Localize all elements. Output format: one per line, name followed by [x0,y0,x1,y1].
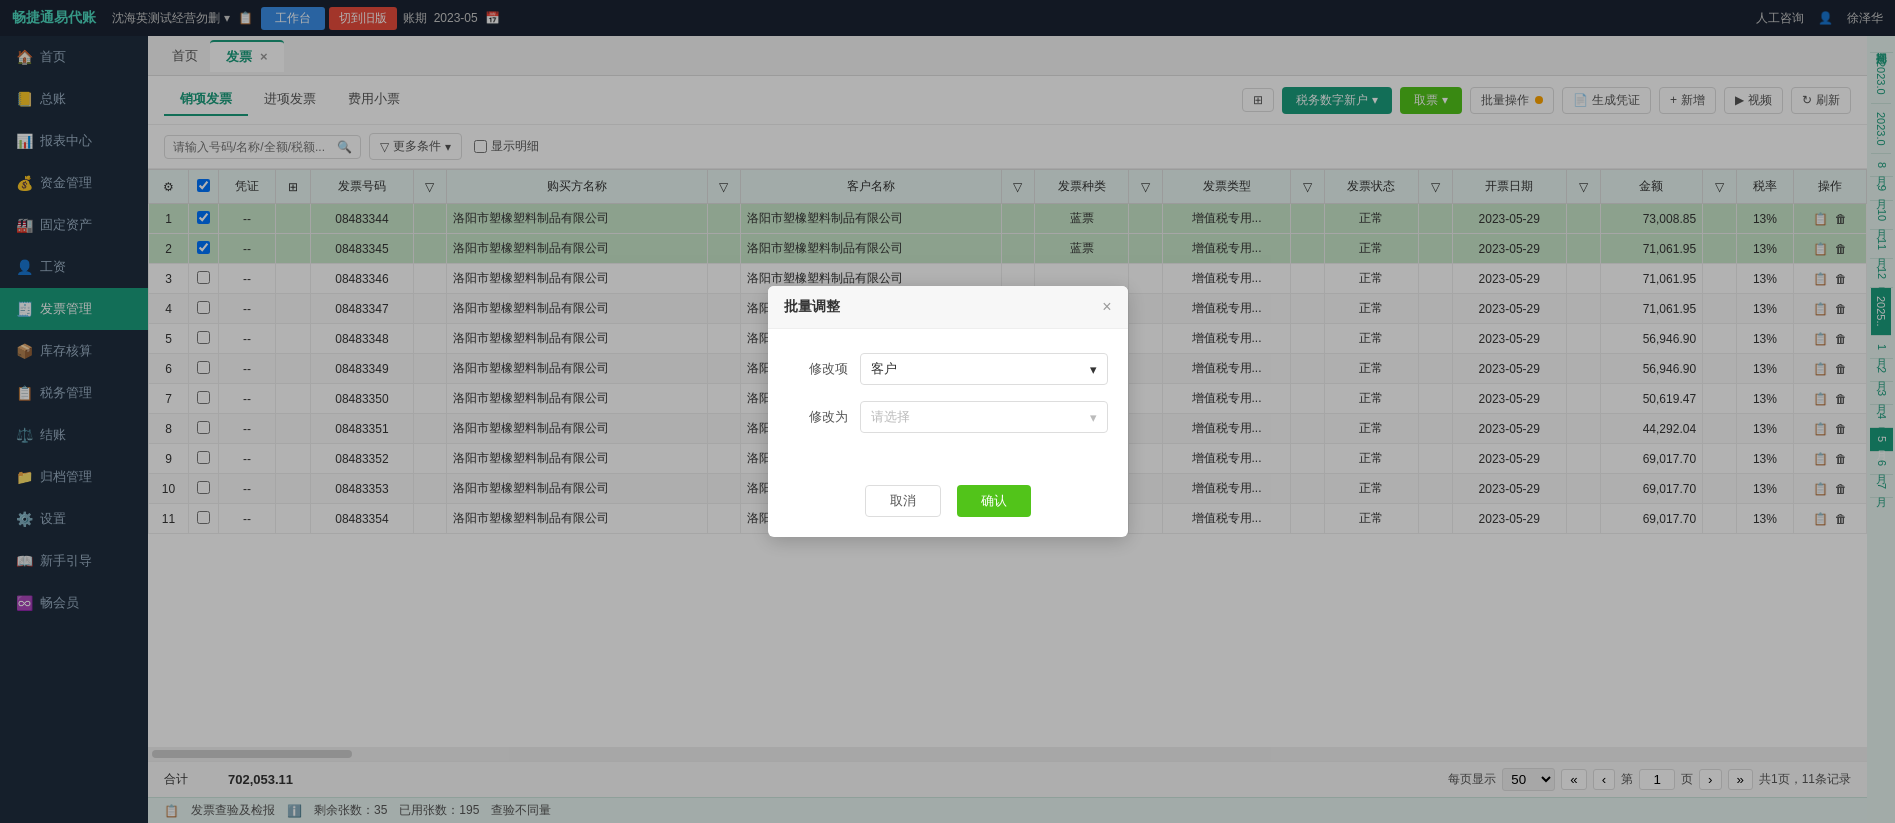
modal-value-select[interactable]: 请选择 ▾ [860,401,1108,433]
modal-footer: 取消 确认 [768,473,1128,537]
modal-field-row: 修改项 客户 ▾ [788,353,1108,385]
batch-adjust-modal: 批量调整 × 修改项 客户 ▾ 修改为 请选择 ▾ 取消 确认 [768,286,1128,537]
modal-body: 修改项 客户 ▾ 修改为 请选择 ▾ [768,329,1128,473]
modal-field-value: 客户 [871,360,897,378]
modal-overlay[interactable]: 批量调整 × 修改项 客户 ▾ 修改为 请选择 ▾ 取消 确认 [0,0,1895,823]
cancel-btn[interactable]: 取消 [865,485,941,517]
confirm-btn[interactable]: 确认 [957,485,1031,517]
modal-value-label: 修改为 [788,408,848,426]
modal-field-select[interactable]: 客户 ▾ [860,353,1108,385]
modal-header: 批量调整 × [768,286,1128,329]
modal-value-row: 修改为 请选择 ▾ [788,401,1108,433]
modal-close-btn[interactable]: × [1102,298,1111,316]
modal-value-dropdown-icon: ▾ [1090,410,1097,425]
modal-title: 批量调整 [784,298,840,316]
modal-field-dropdown-icon: ▾ [1090,362,1097,377]
modal-field-label: 修改项 [788,360,848,378]
modal-value-placeholder: 请选择 [871,408,910,426]
